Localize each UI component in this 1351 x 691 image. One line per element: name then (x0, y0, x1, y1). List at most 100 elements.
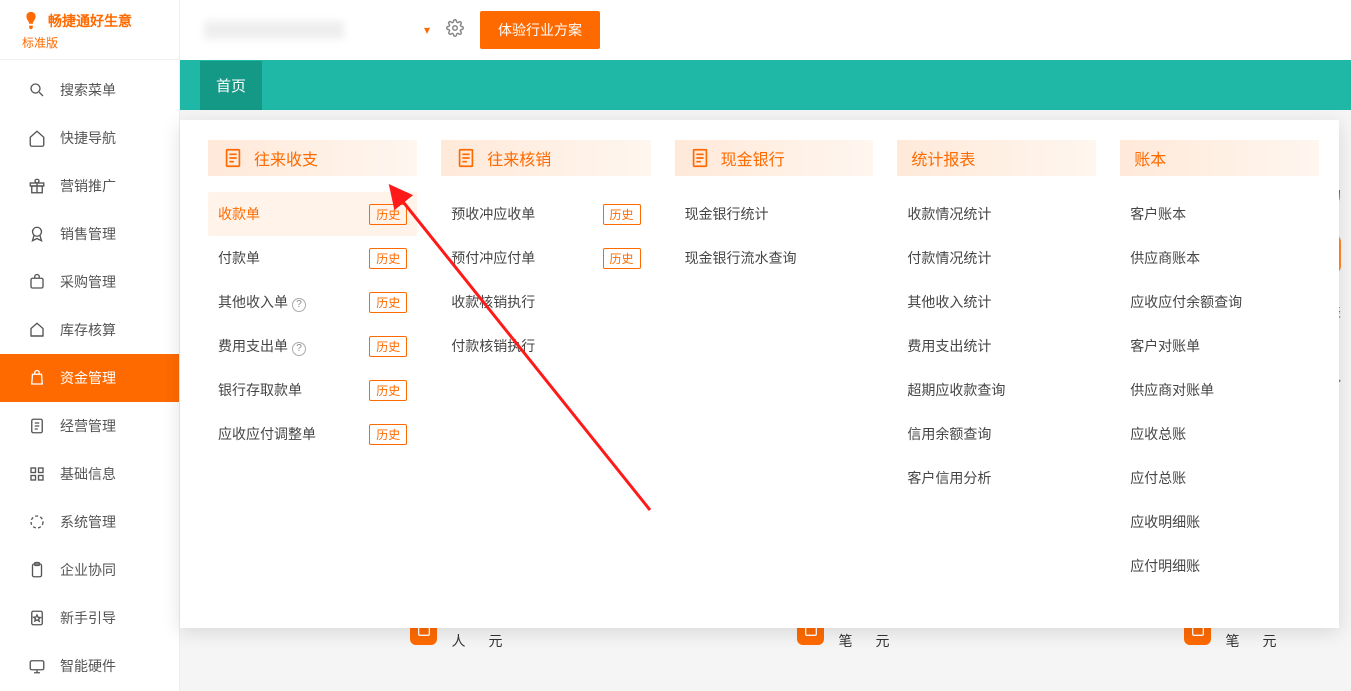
menu-item-4-7[interactable]: 应收明细账 (1120, 500, 1319, 544)
menu-item-4-5[interactable]: 应收总账 (1120, 412, 1319, 456)
brand-icon (20, 10, 42, 32)
gear-icon[interactable] (446, 19, 464, 42)
sidebar-item-9[interactable]: 系统管理 (0, 498, 179, 546)
sidebar-item-label: 资金管理 (60, 368, 116, 388)
menu-item-label: 超期应收款查询 (907, 380, 1005, 400)
sidebar-item-label: 快捷导航 (60, 128, 116, 148)
menu-item-label: 预付冲应付单 (451, 248, 535, 268)
menu-item-4-3[interactable]: 客户对账单 (1120, 324, 1319, 368)
menu-item-3-6[interactable]: 客户信用分析 (897, 456, 1096, 500)
flyout-col-1: 往来核销预收冲应收单历史预付冲应付单历史收款核销执行付款核销执行 (441, 140, 650, 588)
sidebar-item-0[interactable]: 搜索菜单 (0, 66, 179, 114)
search-icon (28, 81, 46, 99)
history-badge[interactable]: 历史 (369, 204, 407, 225)
flyout-col-title: 现金银行 (721, 146, 785, 170)
menu-item-3-5[interactable]: 信用余额查询 (897, 412, 1096, 456)
sidebar-item-label: 营销推广 (60, 176, 116, 196)
menu-item-0-3[interactable]: 费用支出单? 历史 (208, 324, 417, 368)
sidebar-item-5[interactable]: 库存核算 (0, 306, 179, 354)
menu-item-2-1[interactable]: 现金银行流水查询 (675, 236, 874, 280)
menu-item-3-0[interactable]: 收款情况统计 (897, 192, 1096, 236)
org-name-blurred (204, 21, 344, 39)
house-icon (28, 321, 46, 339)
history-badge[interactable]: 历史 (369, 424, 407, 445)
menu-item-label: 现金银行流水查询 (685, 248, 797, 268)
menu-item-label: 收款核销执行 (451, 292, 535, 312)
menu-item-4-4[interactable]: 供应商对账单 (1120, 368, 1319, 412)
sidebar-item-4[interactable]: 采购管理 (0, 258, 179, 306)
menu-item-3-3[interactable]: 费用支出统计 (897, 324, 1096, 368)
menu-item-label: 费用支出统计 (907, 336, 991, 356)
sidebar-item-1[interactable]: 快捷导航 (0, 114, 179, 162)
menu-item-label: 现金银行统计 (685, 204, 769, 224)
flyout-col-head: 往来收支 (208, 140, 417, 176)
menu-item-0-1[interactable]: 付款单历史 (208, 236, 417, 280)
menu-item-3-2[interactable]: 其他收入统计 (897, 280, 1096, 324)
sidebar-item-10[interactable]: 企业协同 (0, 546, 179, 594)
menu-item-label: 应收应付调整单 (218, 424, 316, 444)
sidebar-item-label: 基础信息 (60, 464, 116, 484)
flyout-col-head: 现金银行 (675, 140, 874, 176)
menu-item-2-0[interactable]: 现金银行统计 (675, 192, 874, 236)
menu-item-label: 其他收入单? (218, 292, 306, 312)
menu-item-label: 收款情况统计 (907, 204, 991, 224)
menu-item-3-4[interactable]: 超期应收款查询 (897, 368, 1096, 412)
menu-item-0-2[interactable]: 其他收入单? 历史 (208, 280, 417, 324)
menu-item-1-1[interactable]: 预付冲应付单 历史 (441, 236, 650, 280)
menu-item-label: 客户对账单 (1130, 336, 1200, 356)
logo: 畅捷通好生意 标准版 (0, 0, 179, 60)
menu-item-label: 应付总账 (1130, 468, 1186, 488)
sidebar-item-label: 智能硬件 (60, 656, 116, 676)
notes-icon (28, 417, 46, 435)
menu-item-0-0[interactable]: 收款单历史 (208, 192, 417, 236)
experience-button[interactable]: 体验行业方案 (480, 11, 600, 49)
sidebar-item-3[interactable]: 销售管理 (0, 210, 179, 258)
history-badge[interactable]: 历史 (603, 204, 641, 225)
sidebar-item-6[interactable]: 资金管理 (0, 354, 179, 402)
flyout-col-0: 往来收支收款单历史付款单历史其他收入单?历史费用支出单?历史银行存取款单历史应收… (208, 140, 417, 588)
flyout-col-3: 统计报表收款情况统计付款情况统计其他收入统计费用支出统计超期应收款查询信用余额查… (897, 140, 1096, 588)
sidebar-item-7[interactable]: 经营管理 (0, 402, 179, 450)
bag-icon (28, 369, 46, 387)
menu-item-1-0[interactable]: 预收冲应收单 历史 (441, 192, 650, 236)
menu-item-3-1[interactable]: 付款情况统计 (897, 236, 1096, 280)
menu-item-label: 客户信用分析 (907, 468, 991, 488)
help-icon[interactable]: ? (292, 298, 306, 312)
menu-item-4-2[interactable]: 应收应付余额查询 (1120, 280, 1319, 324)
tab-home[interactable]: 首页 (200, 61, 262, 110)
flyout-col-title: 账本 (1134, 146, 1166, 170)
cart-icon (28, 273, 46, 291)
star-icon (28, 609, 46, 627)
history-badge[interactable]: 历史 (369, 336, 407, 357)
sidebar-item-11[interactable]: 新手引导 (0, 594, 179, 642)
sidebar-item-2[interactable]: 营销推广 (0, 162, 179, 210)
menu-item-label: 供应商对账单 (1130, 380, 1214, 400)
sidebar-item-8[interactable]: 基础信息 (0, 450, 179, 498)
org-selector[interactable]: ▾ (204, 21, 430, 39)
menu-item-4-1[interactable]: 供应商账本 (1120, 236, 1319, 280)
menu-item-1-3[interactable]: 付款核销执行 (441, 324, 650, 368)
menu-item-4-8[interactable]: 应付明细账 (1120, 544, 1319, 588)
history-badge[interactable]: 历史 (369, 248, 407, 269)
sidebar-item-label: 销售管理 (60, 224, 116, 244)
sidebar: 畅捷通好生意 标准版 搜索菜单快捷导航营销推广销售管理采购管理库存核算资金管理经… (0, 0, 180, 691)
menu-item-0-5[interactable]: 应收应付调整单 历史 (208, 412, 417, 456)
history-badge[interactable]: 历史 (369, 292, 407, 313)
menu-item-label: 费用支出单? (218, 336, 306, 356)
help-icon[interactable]: ? (292, 342, 306, 356)
menu-item-label: 付款情况统计 (907, 248, 991, 268)
history-badge[interactable]: 历史 (369, 380, 407, 401)
sidebar-item-label: 经营管理 (60, 416, 116, 436)
history-badge[interactable]: 历史 (603, 248, 641, 269)
brand-edition: 标准版 (22, 34, 159, 51)
menu-item-4-6[interactable]: 应付总账 (1120, 456, 1319, 500)
menu-item-0-4[interactable]: 银行存取款单 历史 (208, 368, 417, 412)
menu-item-label: 预收冲应收单 (451, 204, 535, 224)
menu-item-1-2[interactable]: 收款核销执行 (441, 280, 650, 324)
home-icon (28, 129, 46, 147)
sidebar-item-12[interactable]: 智能硬件 (0, 642, 179, 690)
menu-item-4-0[interactable]: 客户账本 (1120, 192, 1319, 236)
menu-item-label: 银行存取款单 (218, 380, 302, 400)
chevron-down-icon: ▾ (424, 23, 430, 37)
flyout-col-title: 往来收支 (254, 146, 318, 170)
